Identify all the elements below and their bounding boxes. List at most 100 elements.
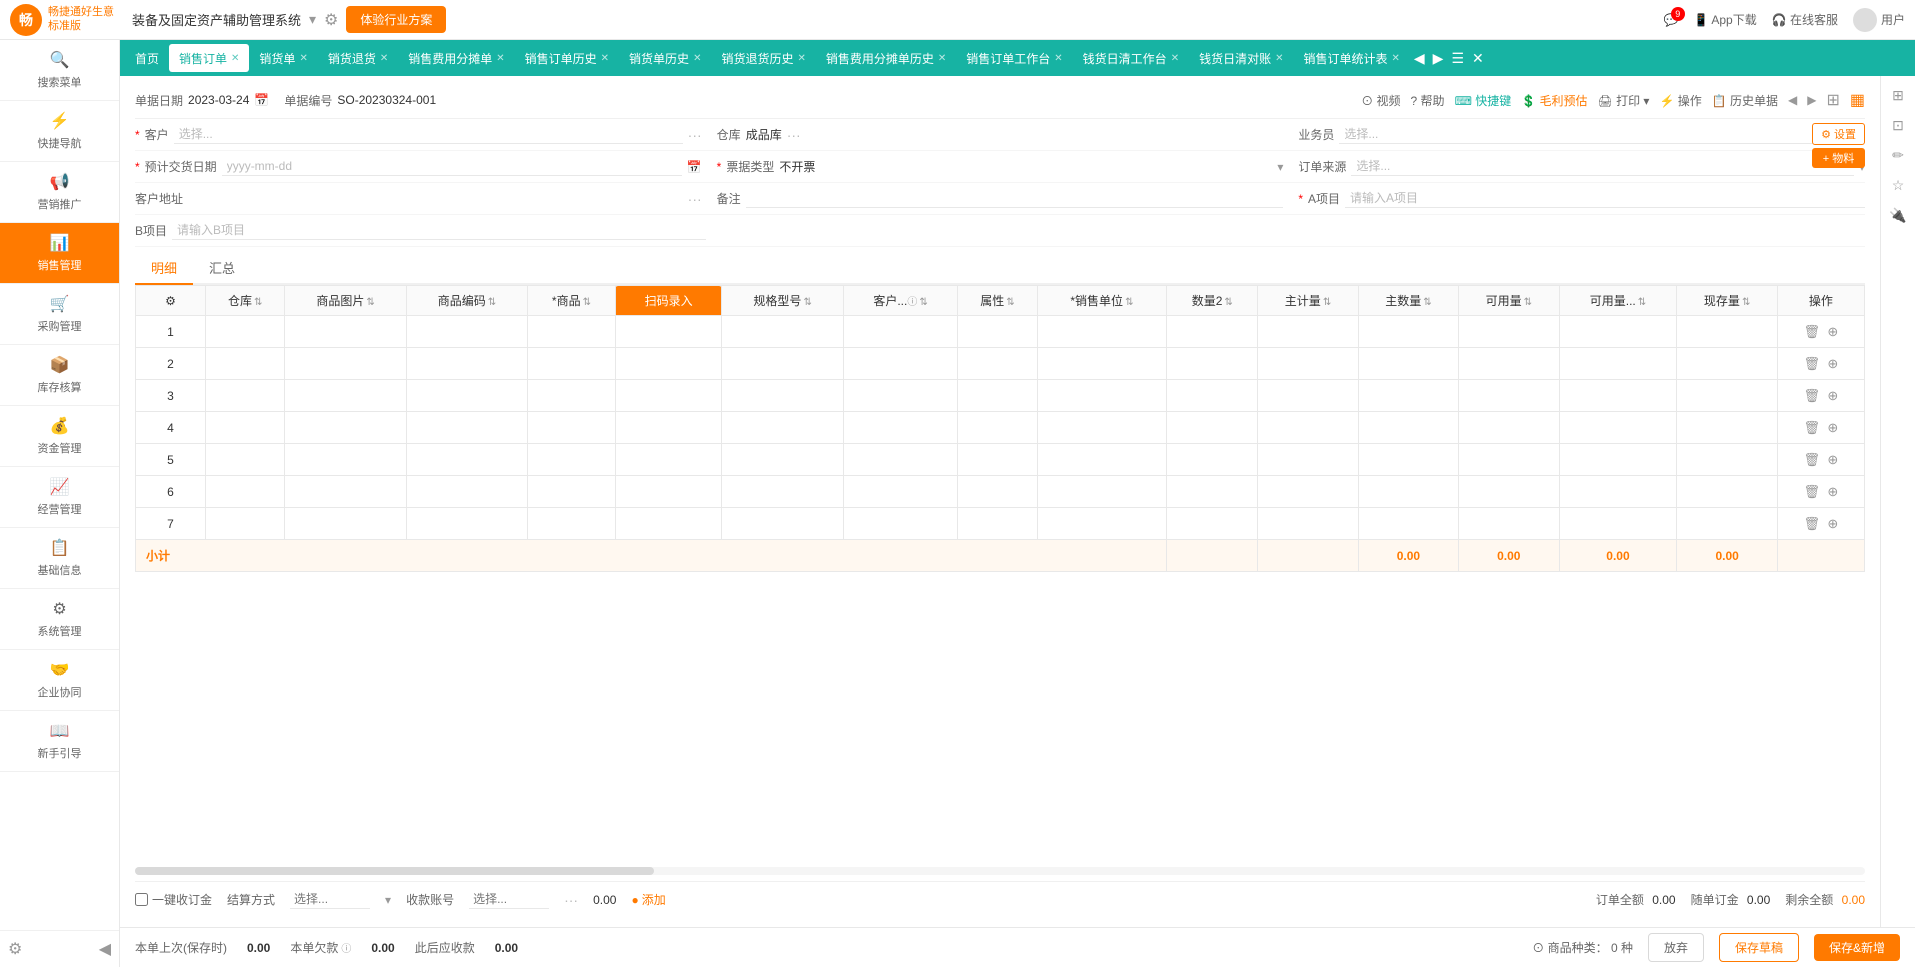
row-6-code[interactable] xyxy=(406,476,527,508)
col-product[interactable]: *商品⇅ xyxy=(528,286,616,316)
tab-close-sales-workbench[interactable]: ✕ xyxy=(1054,53,1062,64)
notification-area[interactable]: 💬 9 xyxy=(1664,13,1679,27)
row-1-spec[interactable] xyxy=(722,316,843,348)
sidebar-item-enterprise[interactable]: 🤝 企业协同 xyxy=(0,650,119,711)
row-1-available[interactable] xyxy=(1459,316,1559,348)
tab-close-cash-reconcile[interactable]: ✕ xyxy=(1275,53,1283,64)
settings-button[interactable]: ⚙ 设置 xyxy=(1812,123,1865,145)
account-input[interactable] xyxy=(469,890,549,909)
row-3-spec[interactable] xyxy=(722,380,843,412)
col-spec[interactable]: 规格型号⇅ xyxy=(722,286,843,316)
row-2-spec[interactable] xyxy=(722,348,843,380)
row-2-code[interactable] xyxy=(406,348,527,380)
row-7-spec[interactable] xyxy=(722,508,843,540)
row-3-unit[interactable] xyxy=(1037,380,1167,412)
col-available[interactable]: 可用量⇅ xyxy=(1459,286,1559,316)
row-3-img[interactable] xyxy=(285,380,406,412)
row-6-current[interactable] xyxy=(1677,476,1777,508)
tab-sales-order[interactable]: 销售订单 ✕ xyxy=(169,44,249,72)
row-5-available2[interactable] xyxy=(1559,444,1677,476)
row-5-code[interactable] xyxy=(406,444,527,476)
row-6-unit[interactable] xyxy=(1037,476,1167,508)
one-click-checkbox-label[interactable]: 一键收订金 xyxy=(135,891,212,908)
row-5-attr[interactable] xyxy=(958,444,1037,476)
copy-icon-4[interactable]: ⊕ xyxy=(1827,420,1838,435)
sidebar-item-system[interactable]: ⚙ 系统管理 xyxy=(0,589,119,650)
tab-cash-reconcile[interactable]: 钱货日清对账 ✕ xyxy=(1189,44,1293,72)
row-2-img[interactable] xyxy=(285,348,406,380)
sidebar-collapse-icon[interactable]: ◀ xyxy=(99,939,111,959)
row-4-unit[interactable] xyxy=(1037,412,1167,444)
add-item-button[interactable]: + 物料 xyxy=(1812,148,1865,168)
video-btn[interactable]: ⊙ 视频 xyxy=(1361,92,1400,109)
save-new-button[interactable]: 保存&新增 xyxy=(1814,934,1900,961)
a-project-input[interactable] xyxy=(1345,189,1865,208)
row-7-scan[interactable] xyxy=(615,508,722,540)
tab-nav-left[interactable]: ◀ xyxy=(1410,50,1429,67)
copy-icon-3[interactable]: ⊕ xyxy=(1827,388,1838,403)
row-5-custcode[interactable] xyxy=(843,444,957,476)
row-3-product[interactable] xyxy=(528,380,616,412)
row-6-main-unit[interactable] xyxy=(1258,476,1358,508)
row-6-scan[interactable] xyxy=(615,476,722,508)
row-3-warehouse[interactable] xyxy=(205,380,284,412)
row-5-spec[interactable] xyxy=(722,444,843,476)
row-7-qty2[interactable] xyxy=(1167,508,1258,540)
col-main-qty[interactable]: 主数量⇅ xyxy=(1358,286,1458,316)
row-3-current[interactable] xyxy=(1677,380,1777,412)
row-6-available2[interactable] xyxy=(1559,476,1677,508)
add-payment-button[interactable]: ● 添加 xyxy=(631,891,665,908)
copy-icon-1[interactable]: ⊕ xyxy=(1827,324,1838,339)
row-3-attr[interactable] xyxy=(958,380,1037,412)
row-2-available2[interactable] xyxy=(1559,348,1677,380)
row-2-qty2[interactable] xyxy=(1167,348,1258,380)
sidebar-item-finance[interactable]: 💰 资金管理 xyxy=(0,406,119,467)
row-2-current[interactable] xyxy=(1677,348,1777,380)
row-4-product[interactable] xyxy=(528,412,616,444)
col-available2[interactable]: 可用量...⇅ xyxy=(1559,286,1677,316)
row-3-scan[interactable] xyxy=(615,380,722,412)
row-7-available2[interactable] xyxy=(1559,508,1677,540)
row-6-main-qty[interactable] xyxy=(1358,476,1458,508)
col-code[interactable]: 商品编码⇅ xyxy=(406,286,527,316)
row-2-available[interactable] xyxy=(1459,348,1559,380)
tab-nav-right[interactable]: ▶ xyxy=(1429,50,1448,67)
tab-sales-stats[interactable]: 销售订单统计表 ✕ xyxy=(1293,44,1409,72)
row-6-product[interactable] xyxy=(528,476,616,508)
one-click-checkbox[interactable] xyxy=(135,893,148,906)
row-1-custcode[interactable] xyxy=(843,316,957,348)
col-customer-code[interactable]: 客户...ⓘ⇅ xyxy=(843,286,957,316)
row-4-custcode[interactable] xyxy=(843,412,957,444)
row-4-qty2[interactable] xyxy=(1167,412,1258,444)
row-3-available2[interactable] xyxy=(1559,380,1677,412)
row-2-warehouse[interactable] xyxy=(205,348,284,380)
delete-icon-2[interactable]: 🗑 xyxy=(1804,356,1821,371)
tab-summary[interactable]: 汇总 xyxy=(193,252,251,283)
copy-icon-6[interactable]: ⊕ xyxy=(1827,484,1838,499)
method-dropdown-icon[interactable]: ▾ xyxy=(385,893,391,907)
sidebar-item-guide[interactable]: 📖 新手引导 xyxy=(0,711,119,772)
col-main-unit[interactable]: 主计量⇅ xyxy=(1258,286,1358,316)
row-4-code[interactable] xyxy=(406,412,527,444)
delete-icon-7[interactable]: 🗑 xyxy=(1804,516,1821,531)
row-5-main-qty[interactable] xyxy=(1358,444,1458,476)
delete-icon-6[interactable]: 🗑 xyxy=(1804,484,1821,499)
row-2-main-qty[interactable] xyxy=(1358,348,1458,380)
delete-icon-3[interactable]: 🗑 xyxy=(1804,388,1821,403)
delivery-calendar-icon[interactable]: 📅 xyxy=(687,160,702,174)
row-1-code[interactable] xyxy=(406,316,527,348)
row-5-main-unit[interactable] xyxy=(1258,444,1358,476)
row-6-spec[interactable] xyxy=(722,476,843,508)
settings-icon[interactable]: ⚙ xyxy=(324,10,338,30)
industry-solution-button[interactable]: 体验行业方案 xyxy=(346,6,446,33)
tab-cash-workbench[interactable]: 钱货日清工作台 ✕ xyxy=(1073,44,1189,72)
tab-sales-invoice[interactable]: 销货单 ✕ xyxy=(249,44,317,72)
row-2-attr[interactable] xyxy=(958,348,1037,380)
row-7-current[interactable] xyxy=(1677,508,1777,540)
tab-close-sales-invoice[interactable]: ✕ xyxy=(299,53,307,64)
help-btn[interactable]: ? 帮助 xyxy=(1411,92,1445,109)
row-6-custcode[interactable] xyxy=(843,476,957,508)
right-icon-edit[interactable]: ✏ xyxy=(1884,141,1912,169)
tab-close-sales-split[interactable]: ✕ xyxy=(496,53,504,64)
delivery-input[interactable] xyxy=(222,157,682,176)
